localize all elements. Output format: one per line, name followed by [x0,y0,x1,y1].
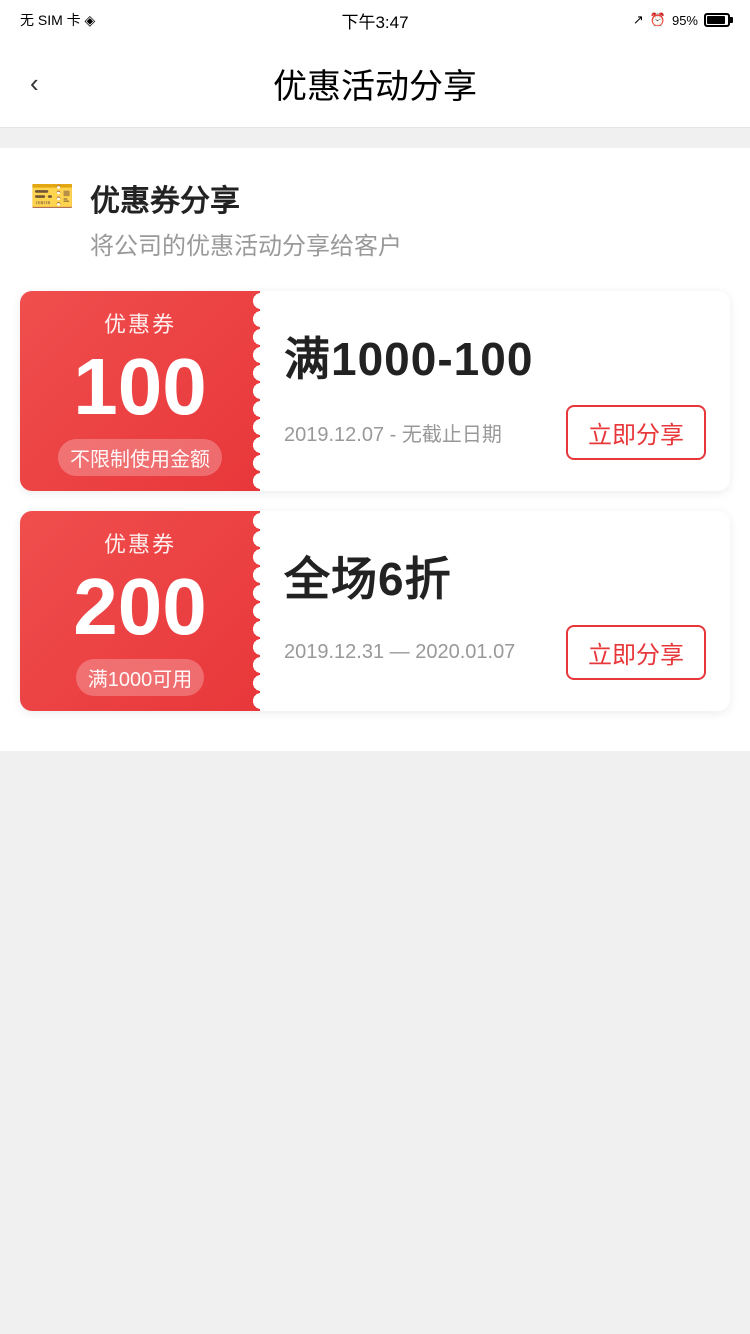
coupon-date-1: 2019.12.07 - 无截止日期 [284,418,502,447]
empty-background [0,751,750,1331]
nav-bar: ‹ 优惠活动分享 [0,40,750,128]
location-icon: ↗ [633,12,644,28]
battery-percent: 95% [672,13,698,28]
coupon-right-2: 全场6折 2019.12.31 — 2020.01.07 立即分享 [260,511,730,711]
section-title: 优惠券分享 [90,176,402,220]
coupon-date-2: 2019.12.31 — 2020.01.07 [284,641,515,664]
sim-label: 无 SIM 卡 ◈ [20,10,95,30]
coupon-left-2: 优惠券 200 满1000可用 [20,511,260,711]
coupon-value-2: 200 [73,567,206,647]
coupon-card-1: 优惠券 100 不限制使用金额 满1000-100 2019.12.07 - 无… [20,291,730,491]
coupon-type-1: 优惠券 [104,307,176,339]
status-left: 无 SIM 卡 ◈ [20,10,95,30]
coupon-value-1: 100 [73,347,206,427]
status-bar: 无 SIM 卡 ◈ 下午3:47 ↗ ⏰ 95% [0,0,750,40]
page-title: 优惠活动分享 [273,59,477,108]
coupon-right-1: 满1000-100 2019.12.07 - 无截止日期 立即分享 [260,291,730,491]
coupon-meta-2: 2019.12.31 — 2020.01.07 立即分享 [284,625,706,680]
battery-icon [704,13,730,27]
alarm-icon: ⏰ [650,12,666,28]
coupon-name-2: 全场6折 [284,543,706,609]
coupon-list: 优惠券 100 不限制使用金额 满1000-100 2019.12.07 - 无… [0,281,750,751]
coupon-name-1: 满1000-100 [284,323,706,389]
coupon-condition-1: 不限制使用金额 [58,439,222,476]
coupon-left-1: 优惠券 100 不限制使用金额 [20,291,260,491]
share-button-1[interactable]: 立即分享 [566,405,706,460]
status-time: 下午3:47 [341,8,408,33]
top-divider [0,128,750,148]
section-header: 🎫 优惠券分享 将公司的优惠活动分享给客户 [0,148,750,281]
coupon-card-2: 优惠券 200 满1000可用 全场6折 2019.12.31 — 2020.0… [20,511,730,711]
coupon-icon: 🎫 [30,178,74,222]
coupon-meta-1: 2019.12.07 - 无截止日期 立即分享 [284,405,706,460]
section-subtitle: 将公司的优惠活动分享给客户 [90,226,402,261]
share-button-2[interactable]: 立即分享 [566,625,706,680]
status-right: ↗ ⏰ 95% [633,12,730,28]
back-button[interactable]: ‹ [20,58,49,109]
coupon-type-2: 优惠券 [104,527,176,559]
section-text: 优惠券分享 将公司的优惠活动分享给客户 [90,176,402,261]
coupon-condition-2: 满1000可用 [76,659,205,696]
